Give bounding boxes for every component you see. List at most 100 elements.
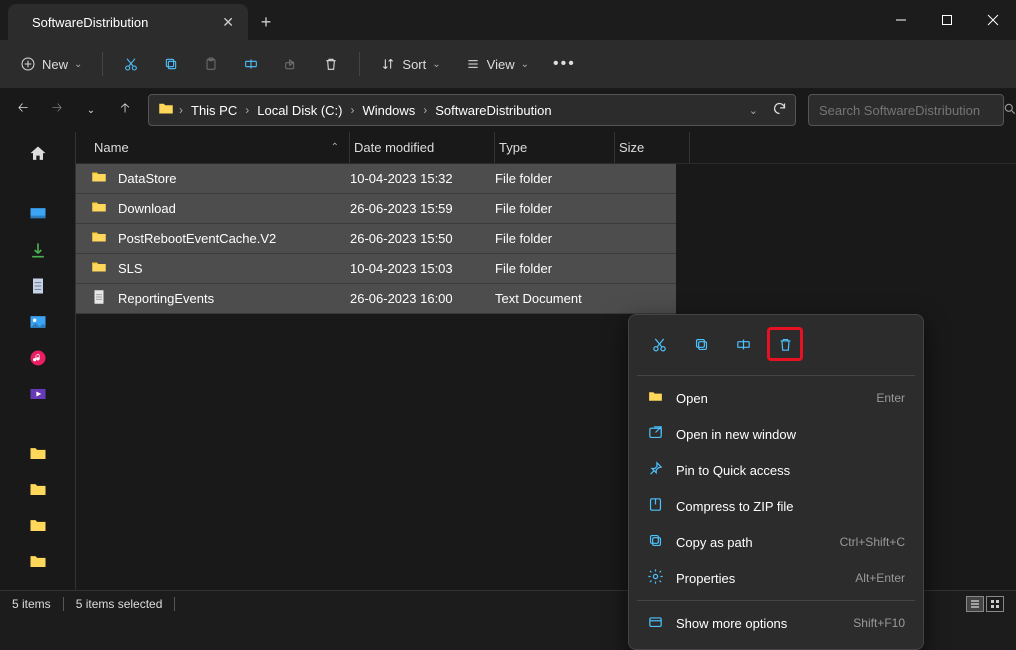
pictures-icon[interactable] [28, 312, 48, 332]
cut-button[interactable] [113, 50, 149, 78]
close-window-button[interactable] [970, 0, 1016, 40]
search-icon [1003, 102, 1016, 119]
column-name[interactable]: Name⌃ [90, 132, 350, 163]
icons-view-button[interactable] [986, 596, 1004, 612]
file-name: DataStore [118, 171, 177, 186]
toolbar: New ⌄ Sort ⌄ View ⌄ ••• [0, 40, 1016, 88]
close-tab-icon[interactable]: ✕ [222, 14, 234, 31]
maximize-button[interactable] [924, 0, 970, 40]
ctx-cut-button[interactable] [641, 327, 677, 361]
back-button[interactable]: 🡠 [12, 99, 34, 121]
more-button[interactable]: ••• [543, 49, 586, 79]
divider [102, 52, 103, 76]
file-date: 26-06-2023 15:59 [350, 201, 495, 216]
zip-icon [647, 496, 664, 516]
folder-icon [157, 100, 175, 121]
divider [359, 52, 360, 76]
forward-button[interactable]: 🡢 [46, 99, 68, 121]
paste-button[interactable] [193, 50, 229, 78]
ctx-item-newwin[interactable]: Open in new window [637, 416, 915, 452]
chevron-right-icon: › [350, 103, 354, 117]
chevron-right-icon: › [179, 103, 183, 117]
downloads-icon[interactable] [28, 240, 48, 260]
sort-button[interactable]: Sort ⌄ [370, 50, 450, 78]
ctx-item-label: Open [676, 391, 708, 406]
file-row[interactable]: ReportingEvents 26-06-2023 16:00 Text Do… [76, 284, 676, 314]
column-type[interactable]: Type [495, 132, 615, 163]
refresh-button[interactable] [772, 101, 787, 119]
nav-folder-icon[interactable] [28, 480, 48, 500]
chevron-down-icon: ⌄ [74, 59, 82, 70]
nav-folder-icon[interactable] [28, 552, 48, 572]
ctx-item-pin[interactable]: Pin to Quick access [637, 452, 915, 488]
videos-icon[interactable] [28, 384, 48, 404]
ctx-item-label: Compress to ZIP file [676, 499, 794, 514]
crumb-this-pc[interactable]: This PC [187, 103, 241, 118]
ctx-item-copypath[interactable]: Copy as path Ctrl+Shift+C [637, 524, 915, 560]
file-row[interactable]: PostRebootEventCache.V2 26-06-2023 15:50… [76, 224, 676, 254]
file-row[interactable]: SLS 10-04-2023 15:03 File folder [76, 254, 676, 284]
nav-folder-icon[interactable] [28, 516, 48, 536]
delete-button[interactable] [313, 50, 349, 78]
search-input[interactable] [819, 103, 995, 118]
new-button[interactable]: New ⌄ [10, 50, 92, 78]
file-row[interactable]: DataStore 10-04-2023 15:32 File folder [76, 164, 676, 194]
ctx-copy-button[interactable] [683, 327, 719, 361]
context-quick-actions [637, 323, 915, 371]
file-row[interactable]: Download 26-06-2023 15:59 File folder [76, 194, 676, 224]
ctx-item-shortcut: Alt+Enter [855, 571, 905, 585]
share-button[interactable] [273, 50, 309, 78]
up-button[interactable]: 🡡 [114, 99, 136, 121]
ctx-item-shortcut: Ctrl+Shift+C [840, 535, 905, 549]
ctx-delete-button[interactable] [767, 327, 803, 361]
breadcrumb[interactable]: › This PC › Local Disk (C:) › Windows › … [148, 94, 796, 126]
details-view-button[interactable] [966, 596, 984, 612]
rename-button[interactable] [233, 50, 269, 78]
ctx-item-more[interactable]: Show more options Shift+F10 [637, 605, 915, 641]
music-icon[interactable] [28, 348, 48, 368]
titlebar: SoftwareDistribution ✕ + [0, 0, 1016, 40]
crumb-softwaredistribution[interactable]: SoftwareDistribution [431, 103, 555, 118]
new-label: New [42, 57, 68, 72]
chevron-down-icon[interactable]: ⌄ [749, 104, 758, 117]
tab-active[interactable]: SoftwareDistribution ✕ [8, 4, 248, 40]
ctx-item-props[interactable]: Properties Alt+Enter [637, 560, 915, 596]
home-icon[interactable] [28, 144, 48, 164]
documents-icon[interactable] [28, 276, 48, 296]
column-date[interactable]: Date modified [350, 132, 495, 163]
search-box[interactable] [808, 94, 1004, 126]
ctx-item-label: Show more options [676, 616, 787, 631]
file-type: File folder [495, 201, 615, 216]
file-name: Download [118, 201, 176, 216]
view-button[interactable]: View ⌄ [455, 50, 539, 78]
ctx-item-open[interactable]: Open Enter [637, 380, 915, 416]
copypath-icon [647, 532, 664, 552]
navigation-row: 🡠 🡢 ⌄ 🡡 › This PC › Local Disk (C:) › Wi… [0, 88, 1016, 132]
ctx-item-label: Properties [676, 571, 735, 586]
tab-title: SoftwareDistribution [32, 15, 148, 30]
newwin-icon [647, 424, 664, 444]
text-file-icon [90, 288, 108, 309]
crumb-local-disk[interactable]: Local Disk (C:) [253, 103, 346, 118]
file-name: PostRebootEventCache.V2 [118, 231, 276, 246]
props-icon [647, 568, 664, 588]
ctx-item-zip[interactable]: Compress to ZIP file [637, 488, 915, 524]
file-type: File folder [495, 231, 615, 246]
chevron-down-icon: ⌄ [432, 59, 440, 70]
desktop-icon[interactable] [28, 204, 48, 224]
column-headers: Name⌃ Date modified Type Size [76, 132, 1016, 164]
ctx-rename-button[interactable] [725, 327, 761, 361]
recent-button[interactable]: ⌄ [80, 105, 102, 116]
ctx-item-shortcut: Enter [876, 391, 905, 405]
file-type: File folder [495, 261, 615, 276]
crumb-windows[interactable]: Windows [358, 103, 419, 118]
sidebar [0, 132, 76, 590]
status-count: 5 items [12, 597, 51, 611]
column-size[interactable]: Size [615, 132, 690, 163]
ctx-item-label: Open in new window [676, 427, 796, 442]
minimize-button[interactable] [878, 0, 924, 40]
copy-button[interactable] [153, 50, 189, 78]
new-tab-button[interactable]: + [248, 4, 284, 40]
file-date: 10-04-2023 15:32 [350, 171, 495, 186]
nav-folder-icon[interactable] [28, 444, 48, 464]
